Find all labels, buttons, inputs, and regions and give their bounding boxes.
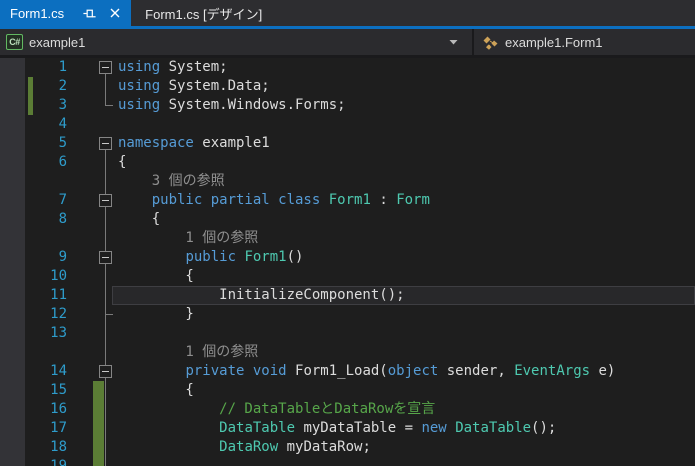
fold-collapse-toggle[interactable]	[99, 61, 112, 74]
line-number: 19	[50, 458, 67, 466]
code-line[interactable]: 7 public partial class Form1 : Form	[0, 191, 695, 210]
change-tracking-bar	[93, 381, 104, 400]
code-line[interactable]: 18 DataRow myDataRow;	[0, 438, 695, 457]
code-text: // DataTableとDataRowを宣言	[118, 401, 436, 417]
minus-icon	[102, 143, 109, 144]
code-line[interactable]: 12 }	[0, 305, 695, 324]
tab-form1-cs-design[interactable]: Form1.cs [デザイン]	[131, 0, 276, 26]
code-line[interactable]: 13	[0, 324, 695, 343]
code-text: DataTable myDataTable = new DataTable();	[219, 420, 557, 436]
tab-label: Form1.cs	[10, 5, 65, 21]
line-number: 13	[50, 325, 67, 341]
code-line[interactable]: 17 DataTable myDataTable = new DataTable…	[0, 419, 695, 438]
code-line[interactable]: 16 // DataTableとDataRowを宣言	[0, 400, 695, 419]
line-number: 5	[58, 135, 67, 151]
code-text: {	[118, 268, 194, 284]
csharp-project-icon: C#	[6, 34, 23, 50]
code-line[interactable]: 4	[0, 115, 695, 134]
pin-icon[interactable]	[82, 6, 97, 21]
change-tracking-bar	[28, 77, 33, 96]
line-number: 15	[50, 382, 67, 398]
vs-editor-window: Form1.cs Form1.cs [デザイン] C# example1 exa…	[0, 0, 695, 466]
code-line[interactable]: 2 using System.Data;	[0, 77, 695, 96]
code-line[interactable]: 14 private void Form1_Load(object sender…	[0, 362, 695, 381]
code-line[interactable]: 19	[0, 457, 695, 466]
change-tracking-bar	[93, 400, 104, 419]
code-line[interactable]: 6{	[0, 153, 695, 172]
code-editor[interactable]: 1 using System; 2 using System.Data; 3 using …	[0, 58, 695, 466]
code-line[interactable]: 8 {	[0, 210, 695, 229]
line-number: 12	[50, 306, 67, 322]
line-number: 11	[50, 287, 67, 303]
change-tracking-bar	[93, 457, 104, 466]
line-number: 17	[50, 420, 67, 436]
line-number: 1	[58, 59, 67, 75]
close-icon[interactable]	[109, 7, 121, 19]
code-text: InitializeComponent();	[118, 287, 405, 303]
codelens-line[interactable]: 1 個の参照	[0, 343, 695, 362]
codelens-references-text: 3 個の参照	[118, 173, 225, 189]
line-number: 7	[58, 192, 67, 208]
code-line[interactable]: 3 using System.Windows.Forms;	[0, 96, 695, 115]
project-dropdown[interactable]: C# example1	[0, 29, 472, 55]
codelens-references-text: 1 個の参照	[118, 230, 259, 246]
code-text: private void Form1_Load(object sender, E…	[185, 363, 616, 379]
line-number: 18	[50, 439, 67, 455]
change-tracking-bar	[93, 438, 104, 457]
code-text: {	[118, 154, 127, 170]
code-line[interactable]: 5 namespace example1	[0, 134, 695, 153]
tab-label: Form1.cs [デザイン]	[145, 6, 263, 22]
code-text: public Form1()	[185, 249, 304, 265]
tab-form1-cs[interactable]: Form1.cs	[0, 0, 132, 26]
type-dropdown[interactable]: example1.Form1	[474, 29, 695, 55]
line-number: 10	[50, 268, 67, 284]
code-line[interactable]: 11 InitializeComponent();	[0, 286, 695, 305]
code-area[interactable]: 1 using System; 2 using System.Data; 3 using …	[0, 58, 695, 466]
project-dropdown-label: example1	[29, 34, 86, 50]
code-line[interactable]: 1 using System;	[0, 58, 695, 77]
code-text: public partial class Form1 : Form	[151, 192, 430, 208]
fold-collapse-toggle[interactable]	[99, 137, 112, 150]
navigation-bar: C# example1 example1.Form1	[0, 29, 695, 55]
code-text: using System.Data;	[118, 78, 270, 94]
minus-icon	[102, 257, 109, 258]
fold-collapse-toggle[interactable]	[99, 365, 112, 378]
line-number: 8	[58, 211, 67, 227]
fold-collapse-toggle[interactable]	[99, 251, 112, 264]
code-text: }	[118, 306, 194, 322]
code-text: namespace example1	[118, 135, 270, 151]
codelens-line[interactable]: 3 個の参照	[0, 172, 695, 191]
line-number: 4	[58, 116, 67, 132]
code-text: using System;	[118, 59, 228, 75]
minus-icon	[102, 371, 109, 372]
class-icon	[483, 36, 498, 50]
line-number: 16	[50, 401, 67, 417]
codelens-references-text: 1 個の参照	[118, 344, 259, 360]
line-number: 14	[50, 363, 67, 379]
chevron-down-icon[interactable]	[449, 39, 458, 45]
line-number: 9	[58, 249, 67, 265]
change-tracking-bar	[28, 96, 33, 115]
change-tracking-bar	[93, 419, 104, 438]
code-text: DataRow myDataRow;	[219, 439, 371, 455]
type-dropdown-label: example1.Form1	[505, 34, 603, 50]
minus-icon	[102, 200, 109, 201]
minus-icon	[102, 67, 109, 68]
code-text: {	[118, 382, 194, 398]
code-line[interactable]: 9 public Form1()	[0, 248, 695, 267]
code-line[interactable]: 15 {	[0, 381, 695, 400]
code-text: using System.Windows.Forms;	[118, 97, 346, 113]
line-number: 6	[58, 154, 67, 170]
fold-collapse-toggle[interactable]	[99, 194, 112, 207]
tab-bar: Form1.cs Form1.cs [デザイン]	[0, 0, 695, 26]
codelens-line[interactable]: 1 個の参照	[0, 229, 695, 248]
code-text: {	[118, 211, 161, 227]
code-line[interactable]: 10 {	[0, 267, 695, 286]
